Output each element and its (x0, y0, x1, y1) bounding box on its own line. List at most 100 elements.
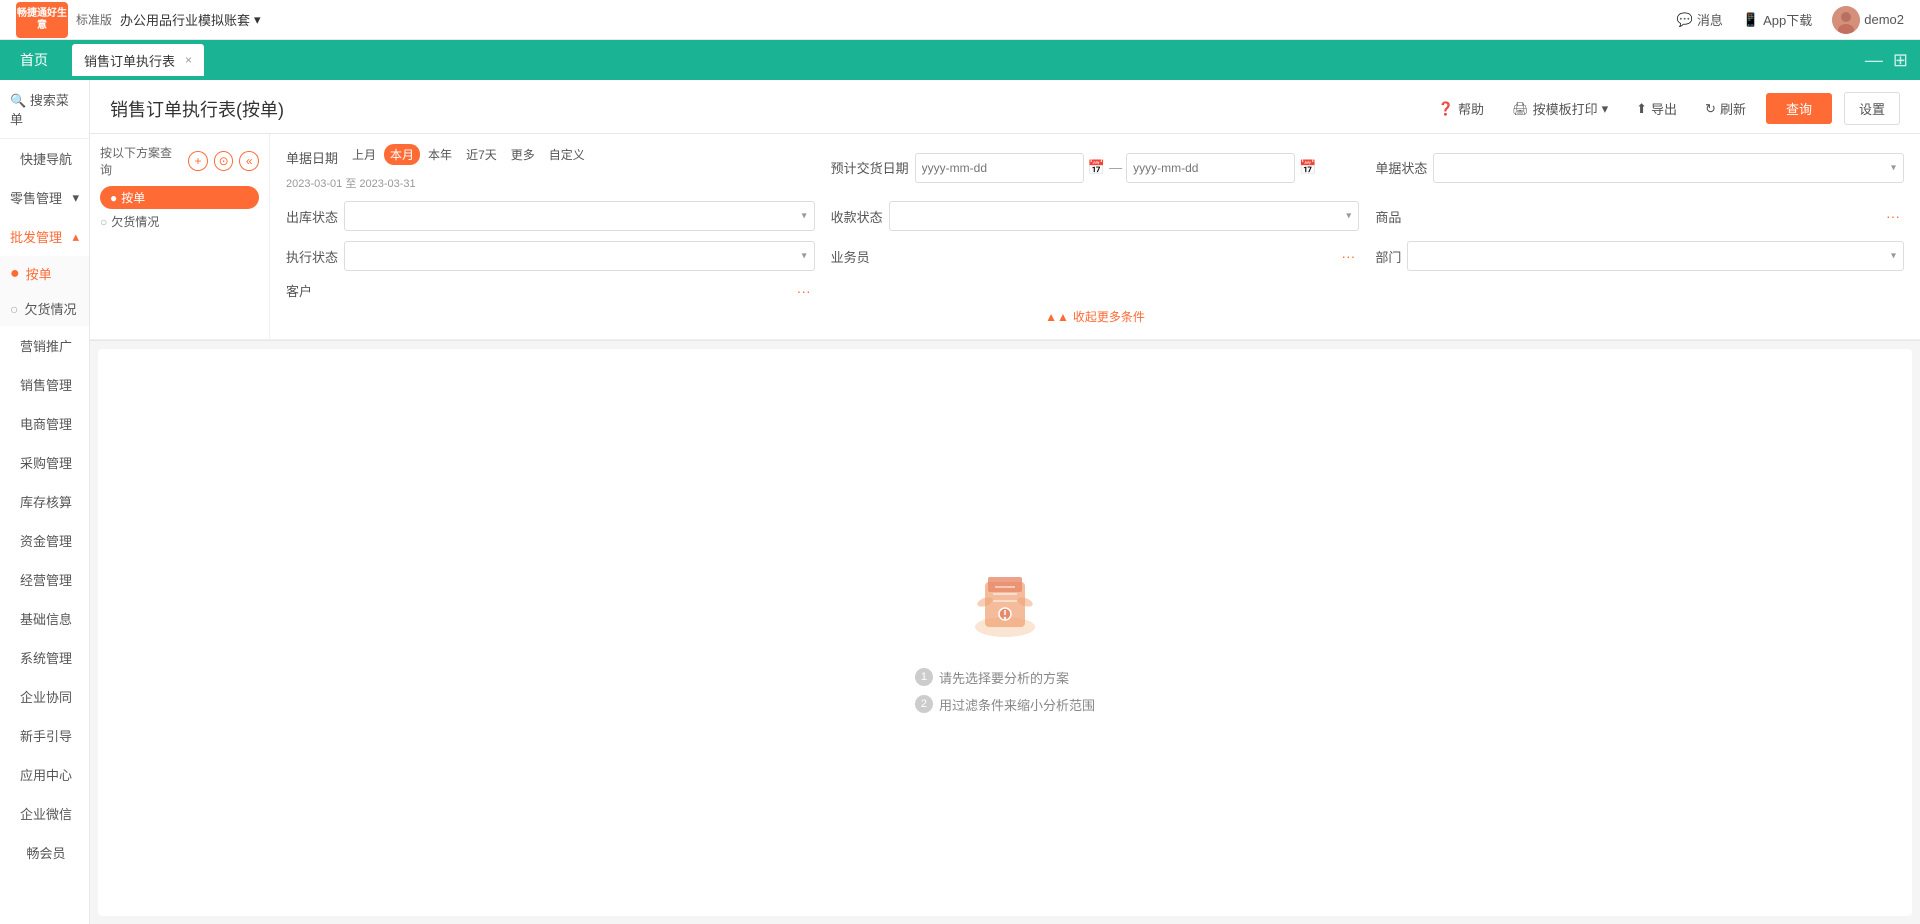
expected-date-start[interactable] (915, 153, 1084, 183)
message-btn[interactable]: 💬 消息 (1677, 10, 1723, 29)
customer-dots-btn[interactable]: ··· (793, 283, 815, 299)
date-tab-this-year[interactable]: 本年 (422, 144, 458, 165)
tab-sales-exec[interactable]: 销售订单执行表 × (72, 44, 204, 76)
tab-home[interactable]: 首页 (0, 40, 68, 80)
out-status-select[interactable] (344, 201, 815, 231)
goods-filter: 商品 ··· (1375, 201, 1904, 231)
logo-sub: 标准版 (76, 11, 112, 28)
window-minimize-icon[interactable]: — (1865, 50, 1883, 71)
goods-dots-btn[interactable]: ··· (1882, 208, 1904, 224)
customer-control: ··· (318, 283, 815, 299)
date-tab-custom[interactable]: 自定义 (543, 144, 591, 165)
enterprise-label: 企业协同 (20, 690, 72, 705)
date-tab-last-month[interactable]: 上月 (346, 144, 382, 165)
refresh-btn[interactable]: ↻ 刷新 (1697, 95, 1754, 122)
empty-tip-2: 2 用过滤条件来缩小分析范围 (915, 695, 1095, 714)
sidebar-sub-wholesale: ● 按单 ○ 欠货情况 (0, 256, 89, 326)
cal-icon-1[interactable]: 📅 (1088, 159, 1105, 176)
sidebar-sub-item-debt[interactable]: ○ 欠货情况 (0, 291, 89, 326)
tab-close-icon[interactable]: × (185, 53, 192, 67)
system-label: 系统管理 (20, 651, 72, 666)
sidebar-item-system[interactable]: 系统管理 (0, 638, 89, 677)
collapse-up-icon: ▲▲ (1045, 310, 1069, 324)
sidebar-sub-item-order[interactable]: ● 按单 (0, 256, 89, 291)
sales-label: 销售管理 (20, 378, 72, 393)
tab-home-label: 首页 (20, 50, 48, 70)
scheme-active-label: 按单 (121, 189, 145, 206)
sidebar-item-basic[interactable]: 基础信息 (0, 599, 89, 638)
date-tab-7days[interactable]: 近7天 (460, 144, 503, 165)
sidebar-item-newbie[interactable]: 新手引导 (0, 716, 89, 755)
sidebar-item-marketing[interactable]: 营销推广 (0, 326, 89, 365)
salesman-dots-btn[interactable]: ··· (1337, 248, 1359, 264)
date-field-label: 单据日期 (286, 148, 338, 167)
sub-debt-label: 欠货情况 (24, 299, 76, 318)
scheme-sub-item[interactable]: ○ 欠货情况 (100, 209, 259, 234)
dept-select-wrapper (1407, 241, 1904, 271)
operation-label: 经营管理 (20, 573, 72, 588)
sidebar-item-sales[interactable]: 销售管理 (0, 365, 89, 404)
user-profile[interactable]: demo2 (1832, 6, 1904, 34)
filter-scheme-col: 按以下方案查询 + ⊙ « ● 按单 ○ 欠货情况 (90, 134, 270, 339)
dept-filter: 部门 (1375, 241, 1904, 271)
sidebar-item-purchase[interactable]: 采购管理 (0, 443, 89, 482)
industry-selector[interactable]: 办公用品行业模拟账套 ▾ (120, 10, 261, 29)
date-separator: — (1109, 160, 1122, 175)
quick-nav-label: 快捷导航 (20, 152, 72, 167)
date-tab-more[interactable]: 更多 (505, 144, 541, 165)
expected-date-label: 预计交货日期 (831, 158, 909, 177)
newbie-label: 新手引导 (20, 729, 72, 744)
ecommerce-label: 电商管理 (20, 417, 72, 432)
sidebar-item-quick-nav[interactable]: 快捷导航 (0, 139, 89, 178)
sidebar-item-enterprise[interactable]: 企业协同 (0, 677, 89, 716)
add-scheme-btn[interactable]: + (188, 151, 208, 171)
date-tabs: 上月 本月 本年 近7天 更多 自定义 (346, 144, 591, 165)
scheme-active-item[interactable]: ● 按单 (100, 186, 259, 209)
sidebar-item-inventory[interactable]: 库存核算 (0, 482, 89, 521)
avatar (1832, 6, 1860, 34)
sidebar-item-search[interactable]: 🔍 搜索菜单 (0, 80, 89, 139)
template-print-btn[interactable]: 🖨 按模板打印 ▾ (1504, 95, 1616, 122)
app-download-btn[interactable]: 📱 App下载 (1743, 10, 1812, 29)
sidebar-item-member[interactable]: 畅会员 (0, 833, 89, 872)
out-status-filter: 出库状态 (286, 201, 815, 231)
settings-button[interactable]: 设置 (1844, 92, 1900, 125)
salesman-label: 业务员 (831, 247, 870, 266)
date-tab-this-month[interactable]: 本月 (384, 144, 420, 165)
app-download-icon: 📱 (1743, 12, 1759, 28)
out-status-label: 出库状态 (286, 207, 338, 226)
doc-status-select[interactable] (1433, 153, 1904, 183)
help-icon: ❓ (1438, 101, 1454, 117)
sidebar-item-ecommerce[interactable]: 电商管理 (0, 404, 89, 443)
empty-tip-1: 1 请先选择要分析的方案 (915, 668, 1095, 687)
collapse-row: ▲▲ 收起更多条件 (286, 300, 1904, 329)
sidebar-item-app-center[interactable]: 应用中心 (0, 755, 89, 794)
tabbar: 首页 销售订单执行表 × — ⊞ (0, 40, 1920, 80)
receipt-status-filter: 收款状态 (831, 201, 1360, 231)
sidebar-item-finance[interactable]: 资金管理 (0, 521, 89, 560)
receipt-status-select-wrapper (889, 201, 1360, 231)
export-btn[interactable]: ⬆ 导出 (1628, 95, 1685, 122)
scheme-active-icon: ● (110, 191, 117, 205)
sidebar-item-wholesale[interactable]: 批发管理 ▴ (0, 217, 89, 256)
edit-scheme-btn[interactable]: ⊙ (214, 151, 234, 171)
sidebar-item-operation[interactable]: 经营管理 (0, 560, 89, 599)
receipt-status-select[interactable] (889, 201, 1360, 231)
exec-status-select[interactable] (344, 241, 815, 271)
collapse-scheme-btn[interactable]: « (239, 151, 259, 171)
empty-state: 1 请先选择要分析的方案 2 用过滤条件来缩小分析范围 (98, 349, 1912, 916)
cal-icon-2[interactable]: 📅 (1299, 159, 1316, 176)
query-button[interactable]: 查询 (1766, 93, 1832, 124)
sidebar-item-retail[interactable]: 零售管理 ▾ (0, 178, 89, 217)
help-btn[interactable]: ❓ 帮助 (1430, 95, 1492, 122)
exec-status-filter: 执行状态 (286, 241, 815, 271)
receipt-status-label: 收款状态 (831, 207, 883, 226)
collapse-btn[interactable]: ▲▲ 收起更多条件 (1045, 308, 1145, 325)
retail-arrow-icon: ▾ (72, 190, 79, 206)
sidebar: 🔍 搜索菜单 快捷导航 零售管理 ▾ 批发管理 ▴ ● 按单 ○ 欠货情况 营销… (0, 80, 90, 924)
filter-panel: 按以下方案查询 + ⊙ « ● 按单 ○ 欠货情况 (90, 134, 1920, 341)
expected-date-end[interactable] (1126, 153, 1295, 183)
sidebar-item-wechat[interactable]: 企业微信 (0, 794, 89, 833)
dept-select[interactable] (1407, 241, 1904, 271)
window-maximize-icon[interactable]: ⊞ (1893, 50, 1908, 71)
